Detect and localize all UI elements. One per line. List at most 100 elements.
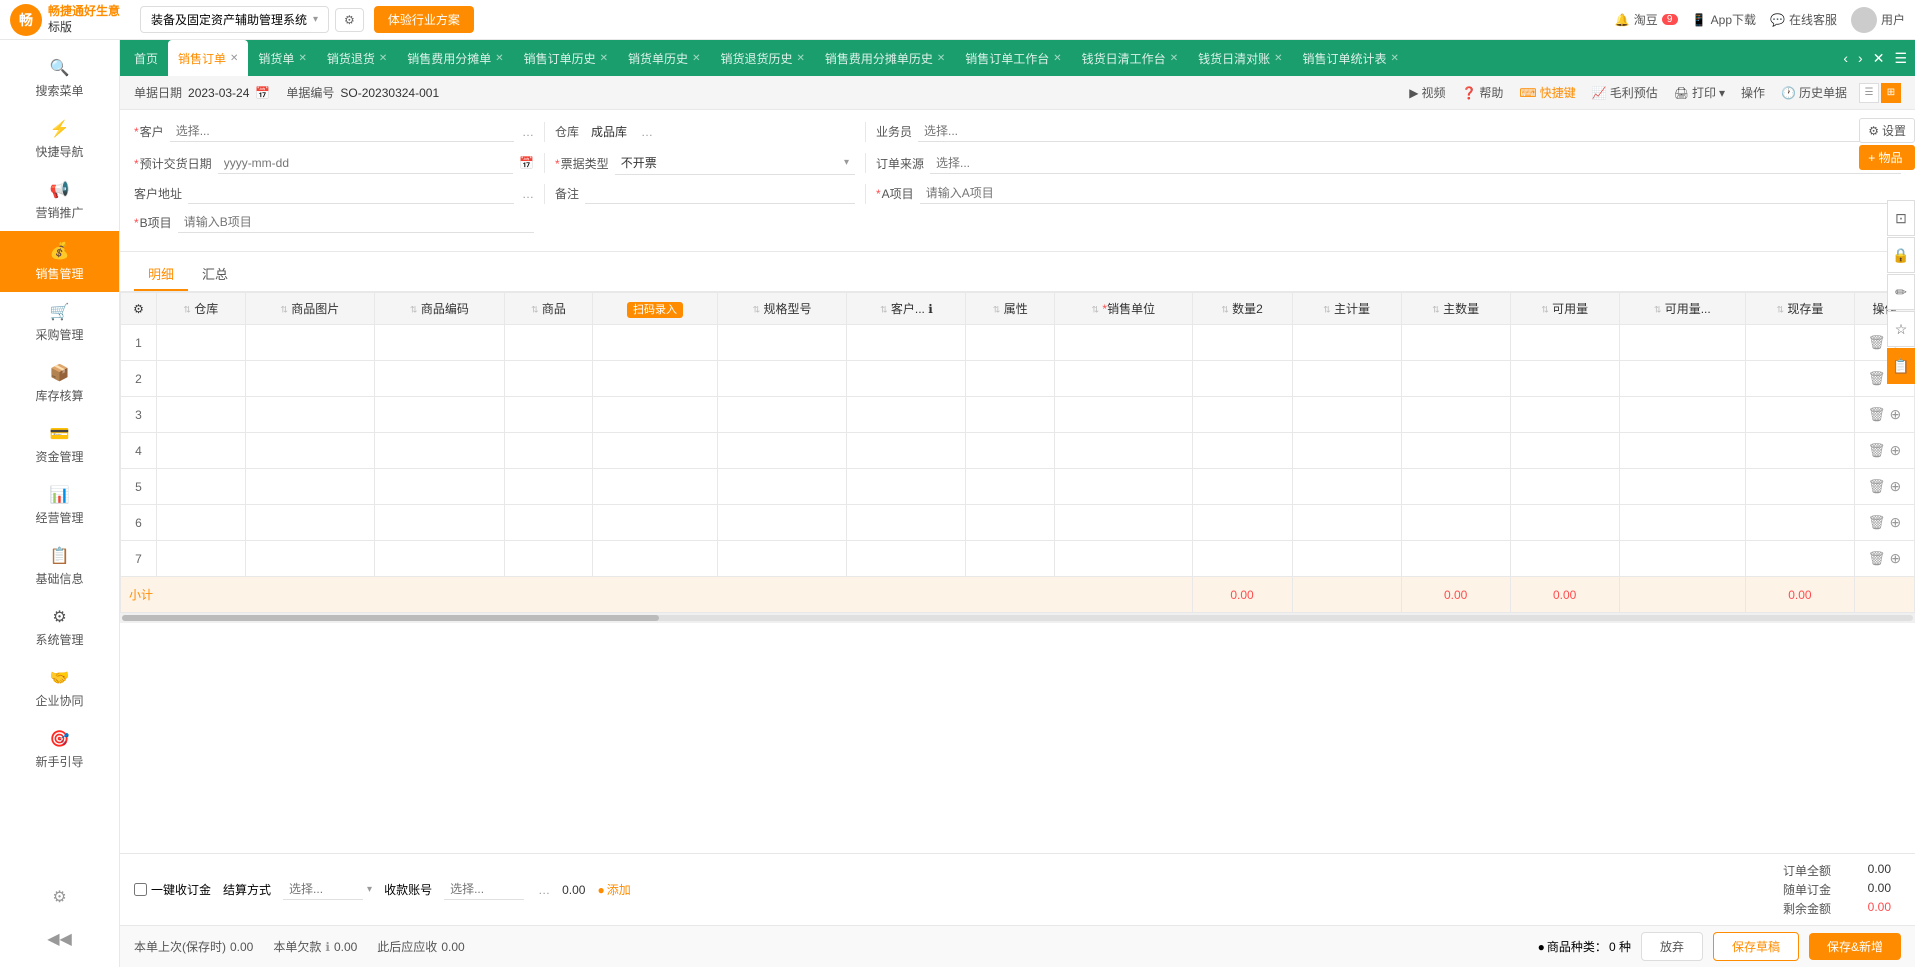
cell-6-6[interactable]: [717, 505, 847, 541]
cell-2-5[interactable]: [593, 361, 718, 397]
tab-item-12[interactable]: 销售订单统计表✕: [1292, 40, 1408, 76]
cell-2-8[interactable]: [966, 361, 1055, 397]
account-input[interactable]: [444, 879, 524, 900]
sidebar-item-7[interactable]: 📊经营管理: [0, 475, 119, 536]
side-btn-3[interactable]: ✏: [1887, 274, 1915, 310]
help-btn[interactable]: ❓ 帮助: [1457, 82, 1507, 103]
delete-icon-4[interactable]: 🗑: [1868, 442, 1886, 459]
account-dots-btn[interactable]: …: [538, 883, 550, 897]
cell-4-9[interactable]: [1055, 433, 1193, 469]
cell-7-4[interactable]: [504, 541, 593, 577]
cell-4-5[interactable]: [593, 433, 718, 469]
tab-close-8[interactable]: ✕: [937, 53, 945, 64]
remark-input[interactable]: [585, 183, 855, 204]
cell-1-3[interactable]: [375, 325, 505, 361]
operations-btn[interactable]: 操作: [1737, 82, 1769, 103]
cell-7-3[interactable]: [375, 541, 505, 577]
tab-item-4[interactable]: 销售费用分摊单✕: [397, 40, 513, 76]
trial-button[interactable]: 体验行业方案: [374, 6, 474, 33]
tab-close-2[interactable]: ✕: [298, 53, 306, 64]
tab-close-9[interactable]: ✕: [1053, 53, 1061, 64]
tab-item-8[interactable]: 销售费用分摊单历史✕: [815, 40, 955, 76]
cell-4-4[interactable]: [504, 433, 593, 469]
user-item[interactable]: 用户: [1851, 7, 1905, 33]
cell-3-11[interactable]: [1292, 397, 1401, 433]
save-button[interactable]: 保存&新增: [1809, 933, 1901, 960]
cell-1-14[interactable]: [1619, 325, 1745, 361]
copy-icon-6[interactable]: ⊕: [1890, 514, 1902, 531]
cell-5-3[interactable]: [375, 469, 505, 505]
cell-3-5[interactable]: [593, 397, 718, 433]
one-click-check-input[interactable]: [134, 883, 147, 896]
salesman-input[interactable]: [918, 121, 1881, 142]
customer-dots-btn[interactable]: …: [522, 125, 534, 139]
cell-4-6[interactable]: [717, 433, 847, 469]
app-download-item[interactable]: 📱 App下载: [1692, 11, 1756, 28]
cell-2-11[interactable]: [1292, 361, 1401, 397]
calendar-icon[interactable]: 📅: [255, 86, 270, 100]
cell-6-11[interactable]: [1292, 505, 1401, 541]
tab-prev-btn[interactable]: ‹: [1839, 50, 1852, 66]
sidebar-item-8[interactable]: 📋基础信息: [0, 536, 119, 597]
online-service-item[interactable]: 💬 在线客服: [1770, 11, 1837, 28]
tab-item-10[interactable]: 钱货日清工作台✕: [1072, 40, 1188, 76]
sidebar-item-11[interactable]: 🎯新手引导: [0, 719, 119, 780]
tab-close-10[interactable]: ✕: [1170, 53, 1178, 64]
layout-grid-btn[interactable]: ⊞: [1881, 83, 1901, 103]
cell-5-11[interactable]: [1292, 469, 1401, 505]
cell-1-7[interactable]: [847, 325, 966, 361]
order-source-input[interactable]: [930, 153, 1901, 174]
gear-button[interactable]: ⚙: [335, 8, 364, 32]
th-settings[interactable]: ⚙: [121, 293, 157, 325]
tab-close-4[interactable]: ✕: [495, 53, 503, 64]
cell-6-14[interactable]: [1619, 505, 1745, 541]
cell-1-15[interactable]: [1745, 325, 1854, 361]
tab-close-5[interactable]: ✕: [600, 53, 608, 64]
address-input[interactable]: [188, 183, 514, 204]
cell-5-15[interactable]: [1745, 469, 1854, 505]
sidebar-item-2[interactable]: 📢营销推广: [0, 170, 119, 231]
view-btn[interactable]: ▶ 视频: [1405, 82, 1449, 103]
cell-7-9[interactable]: [1055, 541, 1193, 577]
warehouse-dots-btn[interactable]: …: [641, 125, 653, 139]
cell-2-4[interactable]: [504, 361, 593, 397]
copy-icon-3[interactable]: ⊕: [1890, 406, 1902, 423]
discard-button[interactable]: 放弃: [1641, 932, 1703, 961]
delete-icon-3[interactable]: 🗑: [1868, 406, 1886, 423]
notification-item[interactable]: 🔔 淘豆 9: [1615, 11, 1678, 28]
cell-3-15[interactable]: [1745, 397, 1854, 433]
cell-1-13[interactable]: [1510, 325, 1619, 361]
cell-3-14[interactable]: [1619, 397, 1745, 433]
cell-4-12[interactable]: [1401, 433, 1510, 469]
cell-2-6[interactable]: [717, 361, 847, 397]
shortcut-btn[interactable]: ⌨ 快捷键: [1515, 82, 1579, 103]
cell-5-7[interactable]: [847, 469, 966, 505]
print-btn[interactable]: 🖨 打印 ▾: [1670, 82, 1729, 103]
table-container[interactable]: ⚙ ⇅ 仓库 ⇅ 商品图片 ⇅ 商品编码 ⇅ 商品 扫码录入 ⇅ 规格型号 ⇅ …: [120, 292, 1915, 853]
cell-6-1[interactable]: [157, 505, 246, 541]
cell-5-4[interactable]: [504, 469, 593, 505]
cell-5-14[interactable]: [1619, 469, 1745, 505]
tab-close-3[interactable]: ✕: [379, 53, 387, 64]
cell-5-2[interactable]: [245, 469, 375, 505]
cell-3-12[interactable]: [1401, 397, 1510, 433]
profit-btn[interactable]: 📈 毛利预估: [1588, 82, 1662, 103]
cell-7-1[interactable]: [157, 541, 246, 577]
cell-6-13[interactable]: [1510, 505, 1619, 541]
cell-2-3[interactable]: [375, 361, 505, 397]
cell-7-7[interactable]: [847, 541, 966, 577]
cell-4-15[interactable]: [1745, 433, 1854, 469]
tab-close-7[interactable]: ✕: [796, 53, 804, 64]
tab-close-12[interactable]: ✕: [1391, 53, 1399, 64]
cell-4-13[interactable]: [1510, 433, 1619, 469]
cell-4-10[interactable]: [1192, 433, 1292, 469]
cell-7-5[interactable]: [593, 541, 718, 577]
cell-4-11[interactable]: [1292, 433, 1401, 469]
payment-method-input[interactable]: [283, 879, 363, 900]
cell-5-10[interactable]: [1192, 469, 1292, 505]
cell-4-1[interactable]: [157, 433, 246, 469]
cell-7-11[interactable]: [1292, 541, 1401, 577]
sidebar-item-0[interactable]: 🔍搜索菜单: [0, 48, 119, 109]
copy-icon-5[interactable]: ⊕: [1890, 478, 1902, 495]
sidebar-item-6[interactable]: 💳资金管理: [0, 414, 119, 475]
